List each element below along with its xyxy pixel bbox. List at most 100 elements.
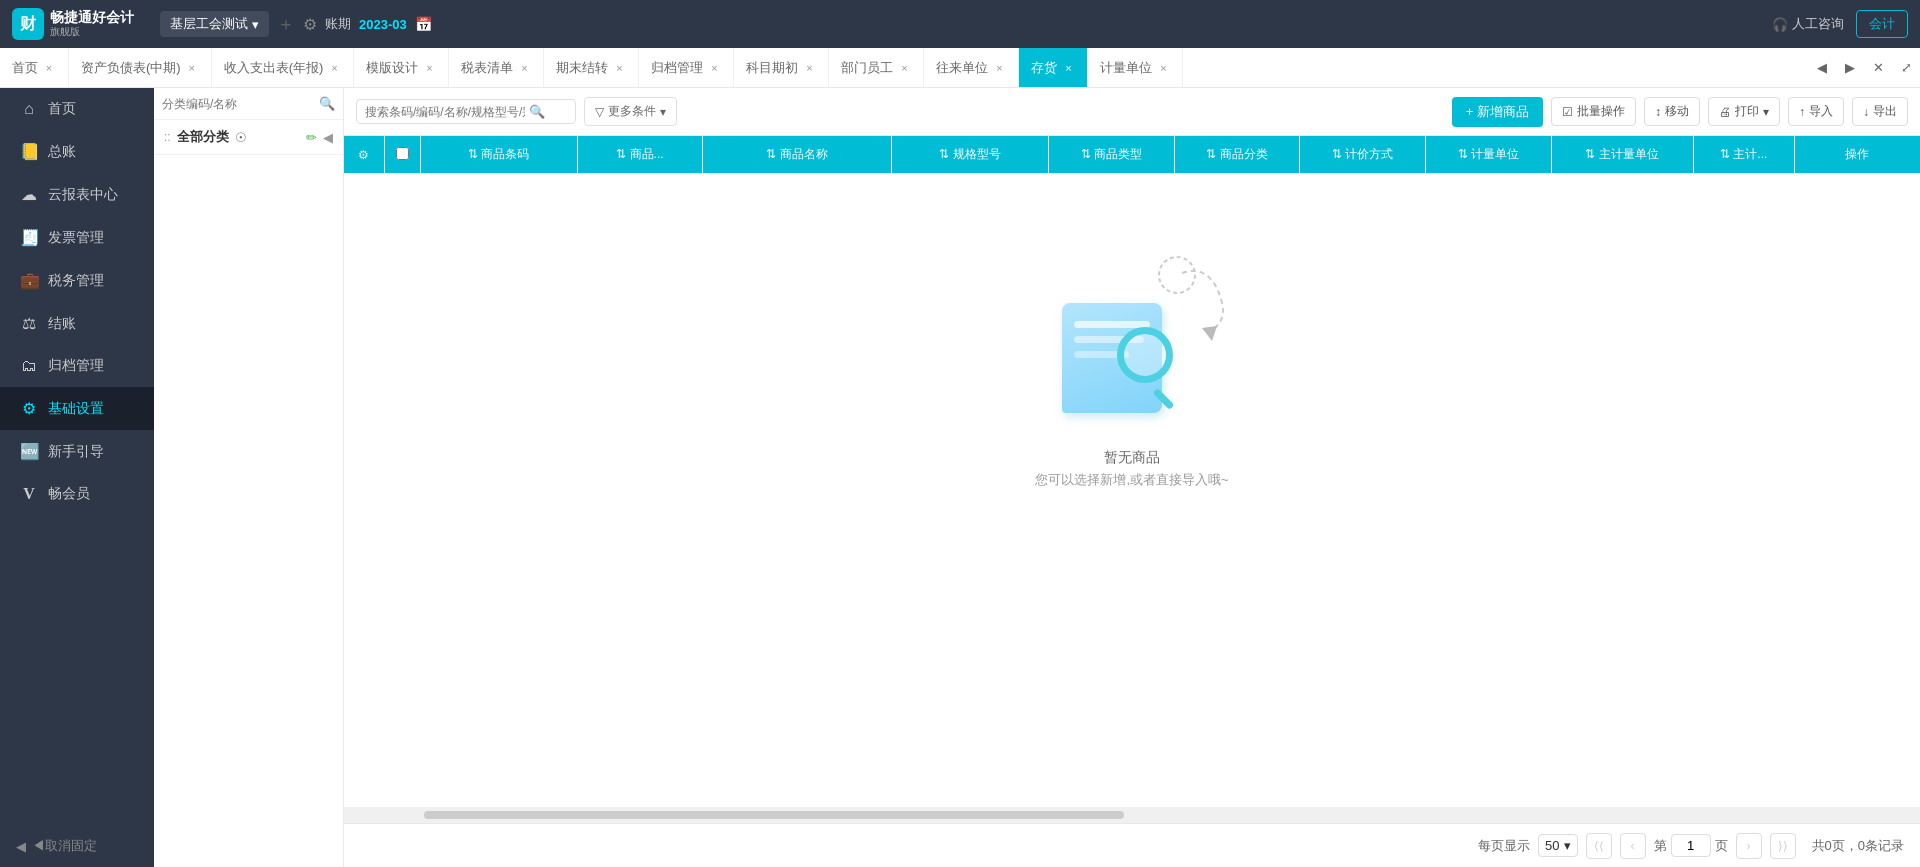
page-number-input[interactable] — [1671, 834, 1711, 857]
tab-dept[interactable]: 部门员工 × — [829, 48, 924, 87]
th-barcode[interactable]: ⇅ 商品条码 — [420, 136, 577, 173]
th-category[interactable]: ⇅ 商品分类 — [1174, 136, 1300, 173]
tab-income-close[interactable]: × — [327, 61, 341, 75]
settle-icon: ⚖ — [20, 314, 38, 333]
tab-period[interactable]: 期末结转 × — [544, 48, 639, 87]
th-model[interactable]: ⇅ 规格型号 — [891, 136, 1048, 173]
horizontal-scrollbar[interactable] — [344, 807, 1920, 823]
collapse-category-icon[interactable]: ◀ — [323, 130, 333, 145]
tab-unit[interactable]: 计量单位 × — [1088, 48, 1183, 87]
sidebar-item-ledger[interactable]: 📒 总账 — [0, 130, 154, 173]
tab-archive-close[interactable]: × — [707, 61, 721, 75]
calendar-icon[interactable]: 📅 — [415, 16, 432, 32]
sort-name[interactable]: ⇅ 商品名称 — [711, 146, 883, 163]
th-type[interactable]: ⇅ 商品类型 — [1048, 136, 1174, 173]
sidebar-item-reports[interactable]: ☁ 云报表中心 — [0, 173, 154, 216]
settings-icon[interactable]: ⚙ — [303, 15, 317, 34]
company-selector[interactable]: 基层工会测试 ▾ — [160, 11, 269, 37]
per-page-select[interactable]: 50 ▾ — [1538, 834, 1577, 857]
tab-template[interactable]: 模版设计 × — [354, 48, 449, 87]
th-col3[interactable]: ⇅ 主计... — [1693, 136, 1794, 173]
sort-model[interactable]: ⇅ 规格型号 — [900, 146, 1040, 163]
select-all-checkbox[interactable] — [396, 147, 409, 160]
tab-partner-close[interactable]: × — [992, 61, 1006, 75]
tab-period-close[interactable]: × — [612, 61, 626, 75]
logo-icon: 财 — [12, 8, 44, 40]
sidebar-item-home[interactable]: ⌂ 首页 — [0, 88, 154, 130]
category-search-icon[interactable]: 🔍 — [319, 96, 335, 111]
th-price[interactable]: ⇅ 计价方式 — [1300, 136, 1426, 173]
th-name[interactable]: ⇅ 商品名称 — [703, 136, 892, 173]
th-code[interactable]: ⇅ 商品... — [577, 136, 703, 173]
sort-col3[interactable]: ⇅ 主计... — [1702, 146, 1786, 163]
batch-ops-button[interactable]: ☑ 批量操作 — [1551, 97, 1636, 126]
scroll-thumb[interactable] — [424, 811, 1124, 819]
tab-template-close[interactable]: × — [422, 61, 436, 75]
sidebar-item-invoice[interactable]: 🧾 发票管理 — [0, 216, 154, 259]
export-button[interactable]: ↓ 导出 — [1852, 97, 1908, 126]
print-button[interactable]: 🖨 打印 ▾ — [1708, 97, 1780, 126]
pagination-bar: 每页显示 50 ▾ ⟨⟨ ‹ 第 页 › ⟩⟩ 共0页，0条记录 — [344, 823, 1920, 867]
consulting-btn[interactable]: 🎧 人工咨询 — [1772, 15, 1844, 33]
filter-button[interactable]: ▽ 更多条件 ▾ — [584, 97, 677, 126]
sidebar-item-archive[interactable]: 🗂 归档管理 — [0, 345, 154, 387]
tab-next-btn[interactable]: ▶ — [1836, 48, 1864, 88]
tab-expand-btn[interactable]: ⤢ — [1892, 48, 1920, 88]
sidebar-item-tax[interactable]: 💼 税务管理 — [0, 259, 154, 302]
sort-unit[interactable]: ⇅ 计量单位 — [1434, 146, 1543, 163]
first-page-btn[interactable]: ⟨⟨ — [1586, 833, 1612, 859]
sort-price[interactable]: ⇅ 计价方式 — [1308, 146, 1417, 163]
tab-dept-close[interactable]: × — [897, 61, 911, 75]
tab-balance[interactable]: 资产负债表(中期) × — [69, 48, 212, 87]
last-page-btn[interactable]: ⟩⟩ — [1770, 833, 1796, 859]
tab-inventory[interactable]: 存货 × — [1019, 48, 1088, 87]
add-product-button[interactable]: + 新增商品 — [1452, 97, 1543, 127]
add-tab-icon[interactable]: ＋ — [277, 12, 295, 36]
edit-category-icon[interactable]: ✏ — [306, 130, 317, 145]
tab-subject-label: 科目期初 — [746, 59, 798, 77]
th-unit[interactable]: ⇅ 计量单位 — [1426, 136, 1552, 173]
unpin-button[interactable]: ◀ ◀取消固定 — [0, 825, 154, 867]
sort-category[interactable]: ⇅ 商品分类 — [1183, 146, 1292, 163]
account-btn[interactable]: 会计 — [1856, 10, 1908, 38]
th-settings[interactable]: ⚙ — [344, 136, 384, 173]
prev-page-btn[interactable]: ‹ — [1620, 833, 1646, 859]
sidebar-item-guide[interactable]: 🆕 新手引导 — [0, 430, 154, 473]
th-name-label: ⇅ 商品名称 — [766, 146, 827, 163]
tab-partner[interactable]: 往来单位 × — [924, 48, 1019, 87]
sort-type[interactable]: ⇅ 商品类型 — [1057, 146, 1166, 163]
sidebar-item-settle[interactable]: ⚖ 结账 — [0, 302, 154, 345]
sidebar-item-member[interactable]: V 畅会员 — [0, 473, 154, 515]
tab-income[interactable]: 收入支出表(年报) × — [212, 48, 355, 87]
invoice-icon: 🧾 — [20, 228, 38, 247]
th-main-unit[interactable]: ⇅ 主计量单位 — [1551, 136, 1693, 173]
tab-unit-close[interactable]: × — [1156, 61, 1170, 75]
tab-home-close[interactable]: × — [42, 61, 56, 75]
tab-subject[interactable]: 科目期初 × — [734, 48, 829, 87]
tab-close-all-btn[interactable]: ✕ — [1864, 48, 1892, 88]
empty-state: 暂无商品 您可以选择新增,或者直接导入哦~ — [344, 173, 1920, 569]
th-col3-label: ⇅ 主计... — [1720, 146, 1767, 163]
next-page-btn[interactable]: › — [1736, 833, 1762, 859]
product-search-input[interactable] — [365, 105, 525, 119]
consulting-label: 人工咨询 — [1792, 15, 1844, 33]
category-search-input[interactable] — [162, 97, 315, 111]
tab-archive[interactable]: 归档管理 × — [639, 48, 734, 87]
import-button[interactable]: ↑ 导入 — [1788, 97, 1844, 126]
sidebar-item-basic[interactable]: ⚙ 基础设置 — [0, 387, 154, 430]
tab-prev-btn[interactable]: ◀ — [1808, 48, 1836, 88]
product-search-icon[interactable]: 🔍 — [529, 104, 545, 119]
tab-subject-close[interactable]: × — [802, 61, 816, 75]
tab-tax[interactable]: 税表清单 × — [449, 48, 544, 87]
sort-main-unit[interactable]: ⇅ 主计量单位 — [1560, 146, 1685, 163]
page-input-area: 第 页 — [1654, 834, 1728, 857]
tab-tax-close[interactable]: × — [517, 61, 531, 75]
tab-balance-close[interactable]: × — [185, 61, 199, 75]
sort-barcode[interactable]: ⇅ 商品条码 — [429, 146, 569, 163]
tab-home[interactable]: 首页 × — [0, 48, 69, 87]
sort-code[interactable]: ⇅ 商品... — [586, 146, 695, 163]
th-check[interactable] — [384, 136, 420, 173]
tab-inventory-close[interactable]: × — [1061, 61, 1075, 75]
header-right: 🎧 人工咨询 会计 — [1772, 10, 1908, 38]
move-button[interactable]: ↕ 移动 — [1644, 97, 1700, 126]
